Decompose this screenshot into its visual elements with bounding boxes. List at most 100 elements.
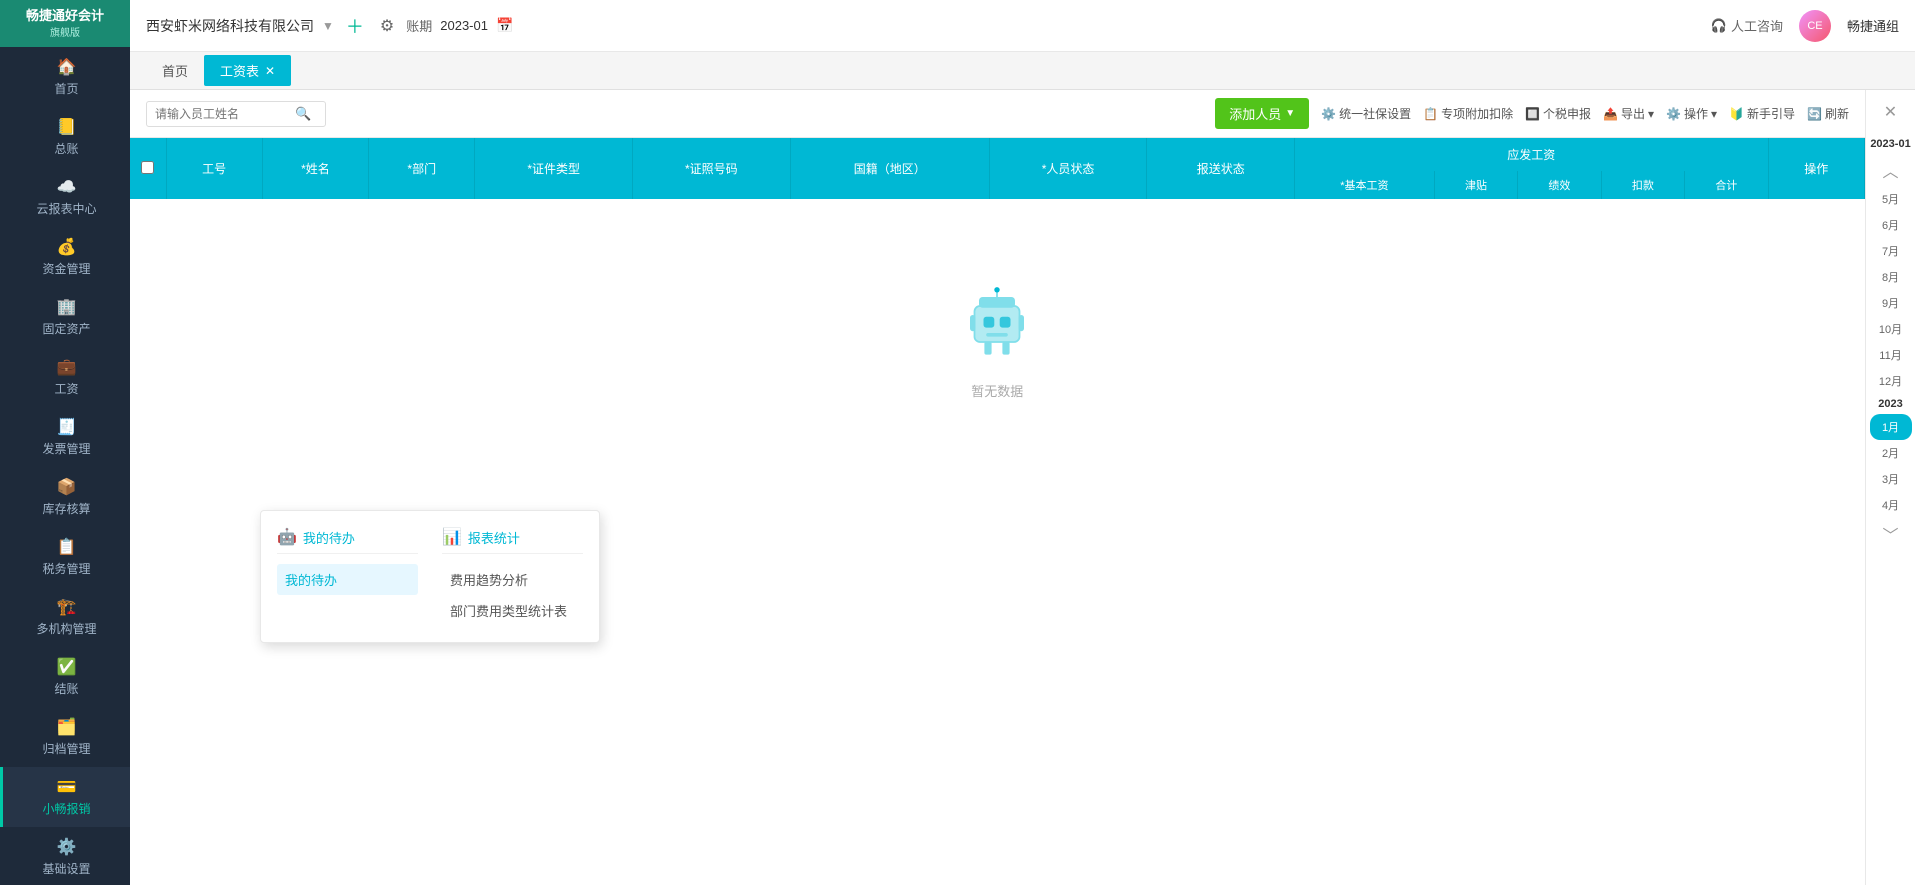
service-button[interactable]: 🎧 人工咨询: [1711, 16, 1783, 35]
sidebar-item-basic[interactable]: ⚙️ 基础设置: [0, 827, 130, 885]
personal-tax-button[interactable]: 🔲 个税申报: [1525, 105, 1591, 122]
search-icon[interactable]: 🔍: [295, 106, 311, 122]
period-label: 账期: [406, 16, 432, 35]
sidebar-item-expense[interactable]: 💳 小畅报销: [0, 767, 130, 827]
sidebar-item-settle[interactable]: ✅ 结账: [0, 647, 130, 707]
archive-icon: 🗂️: [57, 717, 77, 737]
sidebar-item-tax[interactable]: 📋 税务管理: [0, 527, 130, 587]
submenu-section: 🤖 我的待办 我的待办 📊 报表统计 费用趋势分析: [277, 527, 583, 626]
sidebar-item-ledger[interactable]: 📒 总账: [0, 107, 130, 167]
new-guide-button[interactable]: 🔰 新手引导: [1729, 105, 1795, 122]
search-box[interactable]: 🔍: [146, 101, 326, 127]
org-icon: 🏗️: [57, 597, 77, 617]
scroll-up-button[interactable]: ︿: [1878, 154, 1902, 186]
add-company-button[interactable]: ＋: [346, 13, 364, 39]
special-deduct-button[interactable]: 📋 专项附加扣除: [1423, 105, 1513, 122]
empty-state-cell: 暂无数据: [130, 199, 1865, 480]
sidebar-item-invoice[interactable]: 🧾 发票管理: [0, 407, 130, 467]
sidebar-item-archive[interactable]: 🗂️ 归档管理: [0, 707, 130, 767]
th-id-no: *证照号码: [633, 138, 791, 199]
submenu-popup: 🤖 我的待办 我的待办 📊 报表统计 费用趋势分析: [260, 510, 600, 643]
submenu-col-todo: 🤖 我的待办 我的待办: [277, 527, 418, 626]
export-button[interactable]: 📤 导出 ▾: [1603, 105, 1654, 122]
month-item-8[interactable]: 8月: [1870, 264, 1912, 290]
sidebar-item-label: 发票管理: [42, 440, 90, 457]
new-guide-icon: 🔰: [1729, 107, 1744, 121]
sidebar-item-label: 归档管理: [42, 740, 90, 757]
sidebar-item-fixed-assets[interactable]: 🏢 固定资产: [0, 287, 130, 347]
user-avatar: CE: [1799, 10, 1831, 42]
tab-close-button[interactable]: ✕: [265, 64, 275, 78]
tax-icon: 📋: [57, 537, 77, 557]
calendar-icon[interactable]: 📅: [496, 17, 513, 34]
th-checkbox[interactable]: [130, 138, 166, 199]
th-nationality: 国籍（地区）: [790, 138, 989, 199]
toolbar-actions: 添加人员 ▼ ⚙️ 统一社保设置 📋 专项附加扣除 🔲 个税申报: [1215, 98, 1849, 129]
month-item-4[interactable]: 4月: [1870, 492, 1912, 518]
month-item-2[interactable]: 2月: [1870, 440, 1912, 466]
home-icon: 🏠: [57, 57, 77, 77]
search-input[interactable]: [155, 107, 295, 121]
export-dropdown-icon: ▾: [1648, 107, 1654, 121]
month-item-7[interactable]: 7月: [1870, 238, 1912, 264]
sidebar-item-home[interactable]: 🏠 首页: [0, 47, 130, 107]
submenu-header-todo-label: 我的待办: [303, 528, 355, 547]
th-base-salary: *基本工资: [1295, 171, 1435, 199]
company-settings-icon[interactable]: ⚙: [380, 16, 394, 36]
add-person-button[interactable]: 添加人员 ▼: [1215, 98, 1309, 129]
social-insurance-icon: ⚙️: [1321, 107, 1336, 121]
select-all-checkbox[interactable]: [141, 161, 154, 174]
add-person-label: 添加人员: [1229, 104, 1281, 123]
month-item-9[interactable]: 9月: [1870, 290, 1912, 316]
company-name[interactable]: 西安虾米网络科技有限公司: [146, 16, 314, 36]
toolbar: 🔍 添加人员 ▼ ⚙️ 统一社保设置 📋 专项附加扣除: [130, 90, 1865, 138]
th-allowance: 津贴: [1434, 171, 1517, 199]
export-icon: 📤: [1603, 107, 1618, 121]
month-item-3[interactable]: 3月: [1870, 466, 1912, 492]
submenu-header-report-label: 报表统计: [468, 528, 520, 547]
month-item-12[interactable]: 12月: [1870, 368, 1912, 394]
th-name: *姓名: [262, 138, 368, 199]
month-item-5[interactable]: 5月: [1870, 186, 1912, 212]
topbar-right: 🎧 人工咨询 CE 畅捷通组: [1711, 10, 1899, 42]
submenu-item-cost-trend[interactable]: 费用趋势分析: [442, 564, 583, 595]
company-dropdown-icon[interactable]: ▼: [322, 19, 334, 33]
tabbar: 首页 工资表 ✕: [130, 52, 1915, 90]
sidebar-item-label: 工资: [54, 380, 78, 397]
sidebar-item-label: 多机构管理: [36, 620, 96, 637]
sidebar-item-funds[interactable]: 💰 资金管理: [0, 227, 130, 287]
app-logo-sub: 旗舰版: [50, 24, 80, 39]
refresh-icon: 🔄: [1807, 107, 1822, 121]
th-performance: 绩效: [1518, 171, 1601, 199]
topbar-left: 西安虾米网络科技有限公司 ▼ ＋ ⚙ 账期 2023-01 📅: [146, 13, 513, 39]
sidebar-item-cloud-report[interactable]: ☁️ 云报表中心: [0, 167, 130, 227]
sidebar-item-multi-org[interactable]: 🏗️ 多机构管理: [0, 587, 130, 647]
sidebar-item-label: 税务管理: [42, 560, 90, 577]
refresh-button[interactable]: 🔄 刷新: [1807, 105, 1849, 122]
tab-payroll-table[interactable]: 工资表 ✕: [204, 55, 291, 86]
topbar: 西安虾米网络科技有限公司 ▼ ＋ ⚙ 账期 2023-01 📅 🎧 人工咨询 C…: [130, 0, 1915, 52]
sidebar-item-label: 资金管理: [42, 260, 90, 277]
month-item-1-active[interactable]: 1月: [1870, 414, 1912, 440]
th-personnel-status: *人员状态: [989, 138, 1147, 199]
headset-icon: 🎧: [1711, 18, 1727, 34]
th-dept: *部门: [369, 138, 475, 199]
empty-illustration: [952, 279, 1042, 369]
month-item-6[interactable]: 6月: [1870, 212, 1912, 238]
period-value: 2023-01: [440, 18, 488, 33]
sidebar-item-payroll[interactable]: 💼 工资: [0, 347, 130, 407]
submenu-item-dept-cost[interactable]: 部门费用类型统计表: [442, 595, 583, 626]
app-logo-title: 畅捷通好会计: [26, 8, 104, 24]
payroll-icon: 💼: [57, 357, 77, 377]
panel-close-button[interactable]: ✕: [1866, 98, 1915, 126]
month-item-10[interactable]: 10月: [1870, 316, 1912, 342]
user-name[interactable]: 畅捷通组: [1847, 16, 1899, 35]
month-item-11[interactable]: 11月: [1870, 342, 1912, 368]
operate-button[interactable]: ⚙️ 操作 ▾: [1666, 105, 1717, 122]
submenu-item-my-todo[interactable]: 我的待办: [277, 564, 418, 595]
scroll-down-button[interactable]: ﹀: [1878, 518, 1902, 550]
tab-home[interactable]: 首页: [146, 55, 204, 86]
sidebar-item-inventory[interactable]: 📦 库存核算: [0, 467, 130, 527]
social-insurance-button[interactable]: ⚙️ 统一社保设置: [1321, 105, 1411, 122]
th-deduct: 扣款: [1601, 171, 1684, 199]
